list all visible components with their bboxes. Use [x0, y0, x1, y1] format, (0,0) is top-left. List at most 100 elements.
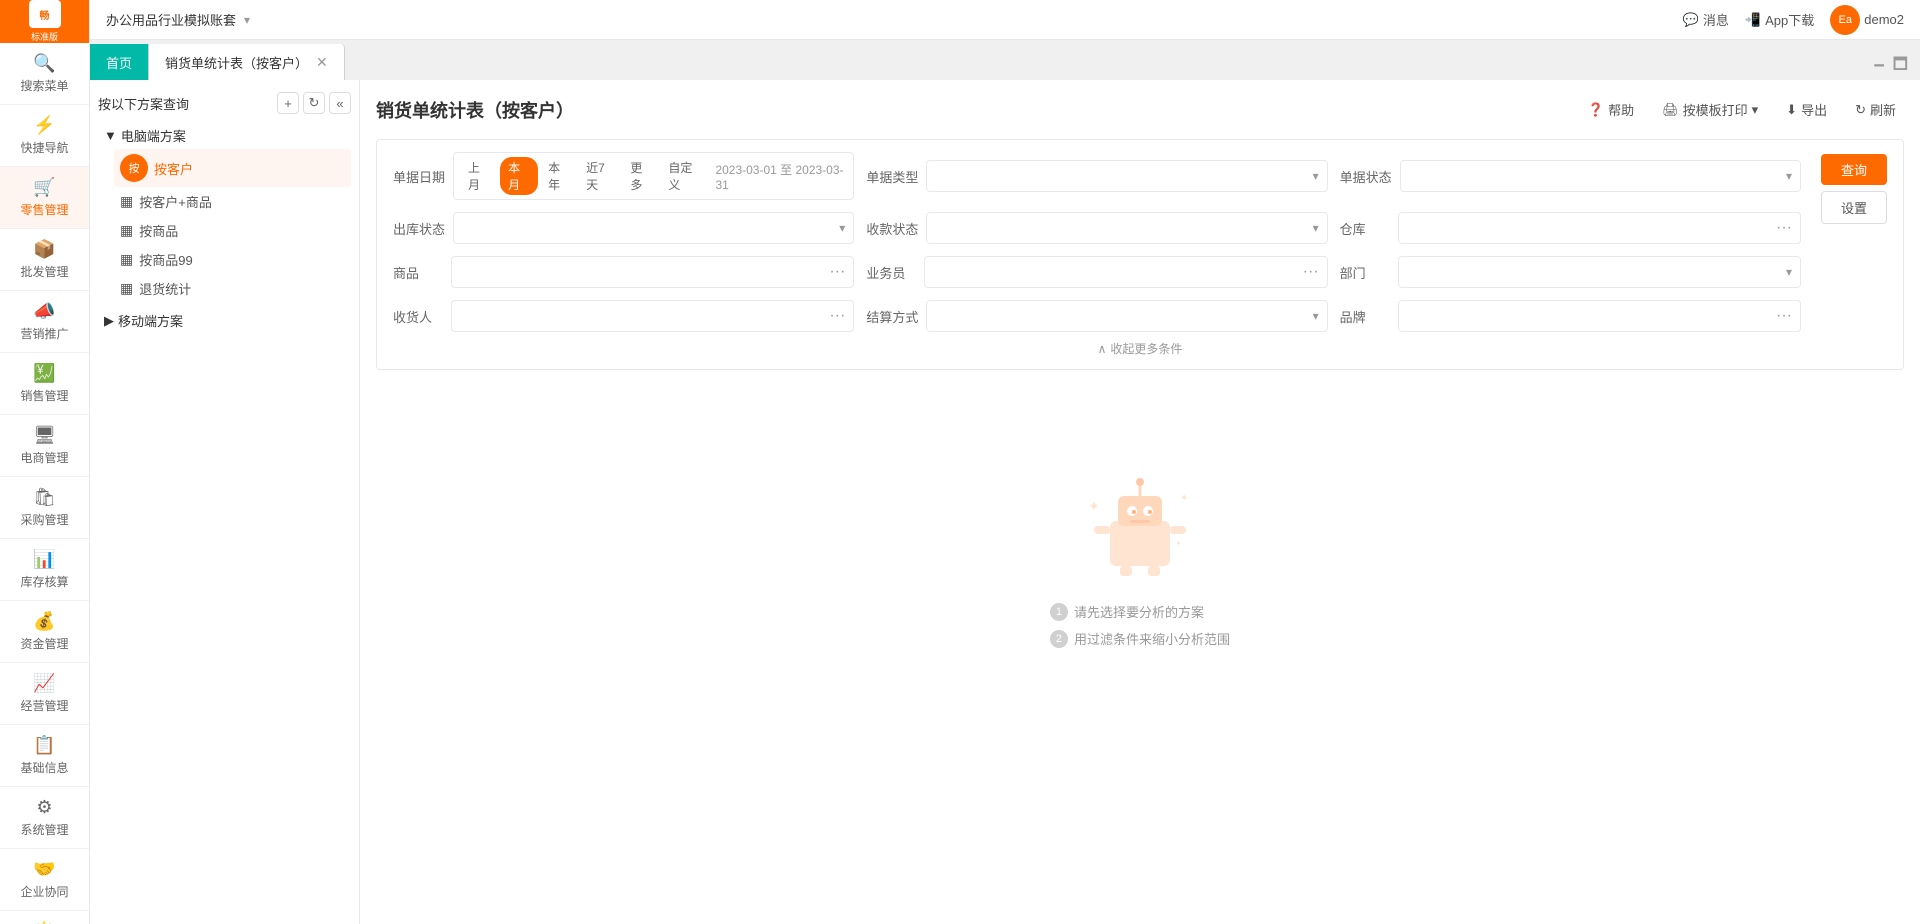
sidebar-item-retail[interactable]: 🛒 零售管理 — [0, 167, 89, 229]
date-tab-more[interactable]: 更多 — [624, 157, 658, 195]
logo-icon: 畅 — [29, 0, 61, 28]
scheme-by-customer-goods[interactable]: ▦ 按客户+商品 — [114, 187, 351, 216]
date-tab-custom[interactable]: 自定义 — [662, 157, 707, 195]
query-buttons: 查询 设置 — [1821, 152, 1887, 224]
receiver-dots[interactable]: ··· — [829, 307, 845, 325]
refresh-button[interactable]: ↻ 刷新 — [1847, 96, 1904, 123]
app-download-label: App下载 — [1765, 10, 1814, 29]
help-label: 帮助 — [1608, 100, 1634, 119]
out-status-control[interactable]: ▾ — [453, 212, 854, 244]
sidebar-item-label: 资金管理 — [20, 635, 68, 652]
scheme-label: 按商品 — [139, 221, 178, 240]
sidebar-item-enterprise[interactable]: 🤝 企业协同 — [0, 849, 89, 911]
sidebar-item-quick-nav[interactable]: ⚡ 快捷导航 — [0, 105, 89, 167]
dept-control[interactable]: ▾ — [1398, 256, 1801, 288]
export-button[interactable]: ⬇ 导出 — [1778, 96, 1835, 123]
chevron-down-icon: ▼ — [104, 128, 117, 143]
sales-icon: 💹 — [33, 363, 55, 384]
pay-status-label: 收款状态 — [866, 219, 918, 238]
date-tab-last-month[interactable]: 上月 — [462, 157, 496, 195]
doc-type-label: 单据类型 — [866, 167, 918, 186]
date-tab-this-month[interactable]: 本月 — [500, 157, 538, 195]
filter-item-goods: 商品 ··· — [393, 256, 854, 288]
export-label: 导出 — [1801, 100, 1827, 119]
desktop-section-header[interactable]: ▼ 电脑端方案 — [98, 122, 351, 149]
doc-type-control[interactable]: ▾ — [926, 160, 1327, 192]
date-control[interactable]: 上月 本月 本年 近7天 更多 自定义 2023-03-01 至 2023-03… — [453, 152, 854, 200]
tab-sales-stat[interactable]: 销货单统计表（按客户） ✕ — [149, 44, 345, 80]
message-button[interactable]: 💬 消息 — [1683, 10, 1729, 29]
date-tab-last-7[interactable]: 近7天 — [580, 157, 620, 195]
refresh-scheme-button[interactable]: ↻ — [303, 92, 325, 114]
tab-home[interactable]: 首页 — [90, 44, 149, 80]
goods-dots[interactable]: ··· — [829, 263, 845, 281]
scheme-by-goods[interactable]: ▦ 按商品 — [114, 216, 351, 245]
empty-state: ✦ ✦ ✦ 1 请先选择要分析的方案 2 用过滤条件来缩小分析范围 — [376, 386, 1904, 728]
refresh-label: 刷新 — [1870, 100, 1896, 119]
brand-control[interactable]: ··· — [1398, 300, 1801, 332]
sidebar-item-sales[interactable]: 💹 销售管理 — [0, 353, 89, 415]
warehouse-control[interactable]: ··· — [1398, 212, 1801, 244]
sidebar-item-inventory[interactable]: 📊 库存核算 — [0, 539, 89, 601]
scheme-icon: ▦ — [120, 280, 133, 297]
scheme-label: 按商品99 — [139, 250, 192, 269]
chevron-up-icon: ∧ — [1098, 342, 1107, 356]
scheme-by-customer[interactable]: 按 按客户 — [114, 149, 351, 187]
sidebar-item-wholesale[interactable]: 📦 批发管理 — [0, 229, 89, 291]
sidebar-item-search[interactable]: 🔍 搜索菜单 — [0, 43, 89, 105]
collapse-panel-button[interactable]: « — [329, 92, 351, 114]
sidebar-item-operations[interactable]: 📈 经营管理 — [0, 663, 89, 725]
window-minimize-button[interactable]: 🗕 — [1873, 53, 1884, 80]
sidebar-item-label: 经营管理 — [20, 697, 68, 714]
basic-info-icon: 📋 — [33, 735, 55, 756]
date-tabs: 上月 本月 本年 近7天 更多 自定义 2023-03-01 至 2023-03… — [462, 157, 845, 195]
sidebar-item-ecommerce[interactable]: 🖥 电商管理 — [0, 415, 89, 477]
sidebar-item-basic-info[interactable]: 📋 基础信息 — [0, 725, 89, 787]
active-scheme-icon: 按 — [120, 154, 148, 182]
help-button[interactable]: ❓ 帮助 — [1580, 96, 1642, 123]
sidebar-item-label: 基础信息 — [20, 759, 68, 776]
out-status-label: 出库状态 — [393, 219, 445, 238]
svg-text:✦: ✦ — [1175, 539, 1182, 548]
settings-button[interactable]: 设置 — [1821, 191, 1887, 224]
empty-illustration: ✦ ✦ ✦ — [1080, 466, 1200, 586]
breadcrumb-dropdown[interactable]: ▾ — [244, 13, 250, 27]
collapse-bar[interactable]: ∧ 收起更多条件 — [393, 340, 1887, 357]
dept-arrow: ▾ — [1786, 265, 1792, 279]
dept-label: 部门 — [1340, 263, 1390, 282]
mobile-section-label: 移动端方案 — [118, 311, 183, 330]
window-maximize-button[interactable]: 🗖 — [1893, 53, 1908, 80]
goods-control[interactable]: ··· — [451, 256, 854, 288]
doc-status-control[interactable]: ▾ — [1400, 160, 1801, 192]
receiver-control[interactable]: ··· — [451, 300, 854, 332]
user-profile[interactable]: Ea demo2 — [1830, 5, 1904, 35]
sidebar-item-label: 搜索菜单 — [20, 77, 68, 94]
sidebar-item-purchase[interactable]: 🛍 采购管理 — [0, 477, 89, 539]
sidebar-item-label: 系统管理 — [20, 821, 68, 838]
query-button[interactable]: 查询 — [1821, 154, 1887, 185]
salesman-control[interactable]: ··· — [924, 256, 1327, 288]
scheme-label: 按客户 — [154, 159, 193, 178]
salesman-dots[interactable]: ··· — [1303, 263, 1319, 281]
sidebar-item-newcomer[interactable]: 🌟 新手引导 — [0, 911, 89, 924]
tab-close-button[interactable]: ✕ — [316, 54, 328, 71]
filter-item-date: 单据日期 上月 本月 本年 近7天 更多 自定义 — [393, 152, 854, 200]
brand-dots[interactable]: ··· — [1776, 307, 1792, 325]
add-scheme-button[interactable]: + — [277, 92, 299, 114]
sidebar-item-system[interactable]: ⚙ 系统管理 — [0, 787, 89, 849]
sidebar-item-finance[interactable]: 💰 资金管理 — [0, 601, 89, 663]
receiver-label: 收货人 — [393, 307, 443, 326]
settlement-control[interactable]: ▾ — [926, 300, 1327, 332]
scheme-return-stat[interactable]: ▦ 退货统计 — [114, 274, 351, 303]
filter-item-doc-status: 单据状态 ▾ — [1340, 152, 1801, 200]
date-tab-this-year[interactable]: 本年 — [542, 157, 576, 195]
app-download-button[interactable]: 📲 App下载 — [1745, 10, 1814, 29]
print-button[interactable]: 🖨 按模板打印 ▾ — [1654, 96, 1766, 123]
mobile-section-header[interactable]: ▶ 移动端方案 — [98, 307, 351, 334]
pay-status-control[interactable]: ▾ — [926, 212, 1327, 244]
scheme-by-goods-99[interactable]: ▦ 按商品99 — [114, 245, 351, 274]
sidebar-item-marketing[interactable]: 📣 营销推广 — [0, 291, 89, 353]
scheme-icon: ▦ — [120, 193, 133, 210]
filter-with-buttons: 单据日期 上月 本月 本年 近7天 更多 自定义 — [393, 152, 1887, 332]
warehouse-dots[interactable]: ··· — [1776, 219, 1792, 237]
